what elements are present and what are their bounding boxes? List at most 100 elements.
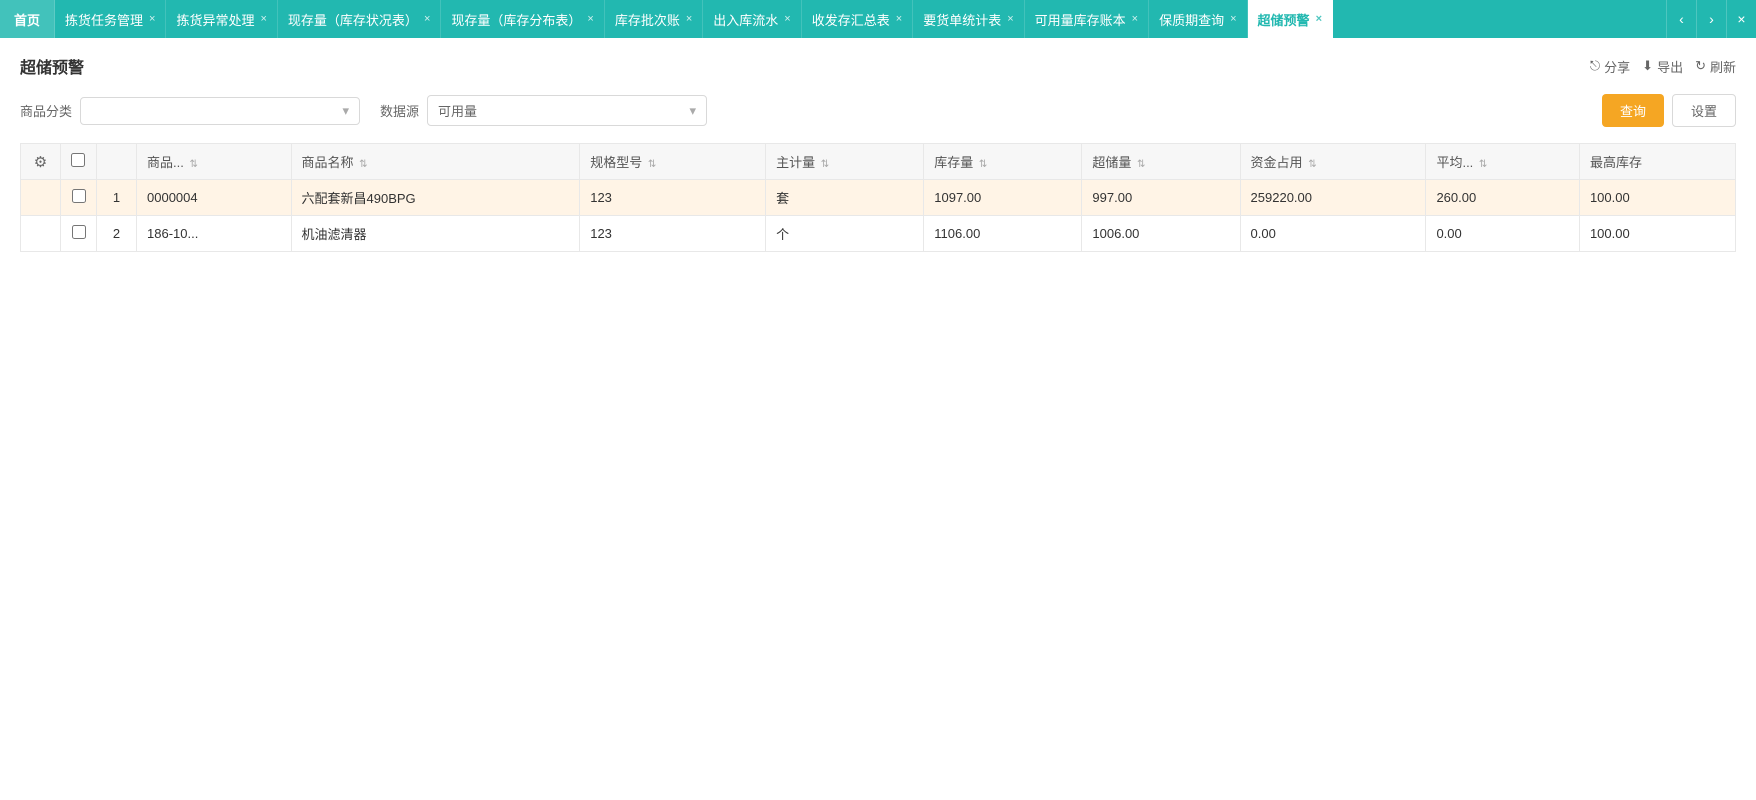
th-capital[interactable]: 资金占用 ⇅	[1240, 144, 1426, 180]
nav-close-button[interactable]: ×	[1726, 0, 1756, 38]
row1-overstock: 997.00	[1082, 180, 1240, 216]
sort-icon-avg: ⇅	[1479, 159, 1487, 170]
nav-tab-0[interactable]: 拣货任务管理 ×	[55, 0, 166, 38]
nav-tab-7[interactable]: 要货单统计表 ×	[913, 0, 1024, 38]
nav-tab-3[interactable]: 现存量（库存分布表） ×	[441, 0, 604, 38]
th-code[interactable]: 商品... ⇅	[137, 144, 292, 180]
tab-close-icon-9[interactable]: ×	[1230, 13, 1236, 25]
row1-checkbox-cell[interactable]	[61, 180, 97, 216]
row1-max-stock: 100.00	[1579, 180, 1735, 216]
nav-home[interactable]: 首页	[0, 0, 55, 38]
table-header: ⚙ 商品... ⇅ 商品名称 ⇅ 规格型号 ⇅	[21, 144, 1736, 180]
tab-close-icon-3[interactable]: ×	[587, 13, 593, 25]
share-button[interactable]: ⎋ 分享	[1590, 57, 1630, 76]
row1-index: 1	[97, 180, 137, 216]
nav-prev-button[interactable]: ‹	[1666, 0, 1696, 38]
row2-checkbox-cell[interactable]	[61, 216, 97, 252]
sort-icon-name: ⇅	[359, 159, 367, 170]
th-avg[interactable]: 平均... ⇅	[1426, 144, 1580, 180]
nav-tab-10[interactable]: 超储预警 ×	[1248, 0, 1333, 38]
th-checkbox[interactable]	[61, 144, 97, 180]
th-max-stock[interactable]: 最高库存	[1579, 144, 1735, 180]
query-button[interactable]: 查询	[1602, 94, 1664, 127]
sort-icon-stock: ⇅	[979, 159, 987, 170]
page-content: 超储预警 ⎋ 分享 ⬇ 导出 ↻ 刷新 商品分类 ▾ 数据源	[0, 38, 1756, 800]
sort-icon-unit: ⇅	[821, 159, 829, 170]
filter-buttons: 查询 设置	[1602, 94, 1736, 127]
th-settings[interactable]: ⚙	[21, 144, 61, 180]
row2-spec: 123	[580, 216, 766, 252]
page-title: 超储预警	[20, 54, 84, 78]
table-row: 2 186-10... 机油滤清器 123 个 1106.00 1006.00 …	[21, 216, 1736, 252]
nav-next-button[interactable]: ›	[1696, 0, 1726, 38]
sort-icon-overstock: ⇅	[1137, 159, 1145, 170]
nav-tab-6[interactable]: 收发存汇总表 ×	[802, 0, 913, 38]
row2-unit: 个	[766, 216, 924, 252]
tab-close-icon-4[interactable]: ×	[686, 13, 692, 25]
sort-icon-spec: ⇅	[648, 159, 656, 170]
th-stock[interactable]: 库存量 ⇅	[924, 144, 1082, 180]
th-overstock[interactable]: 超储量 ⇅	[1082, 144, 1240, 180]
top-navigation: 首页 拣货任务管理 × 拣货异常处理 × 现存量（库存状况表） × 现存量（库存…	[0, 0, 1756, 38]
sort-icon-capital: ⇅	[1308, 159, 1316, 170]
datasource-filter: 数据源 可用量 ▾	[380, 95, 707, 126]
row1-avg: 260.00	[1426, 180, 1580, 216]
header-checkbox[interactable]	[71, 153, 85, 167]
row2-avg: 0.00	[1426, 216, 1580, 252]
nav-tab-2[interactable]: 现存量（库存状况表） ×	[278, 0, 441, 38]
th-index	[97, 144, 137, 180]
category-filter: 商品分类 ▾	[20, 97, 360, 125]
header-actions: ⎋ 分享 ⬇ 导出 ↻ 刷新	[1590, 57, 1736, 76]
nav-tab-9[interactable]: 保质期查询 ×	[1149, 0, 1247, 38]
nav-tab-4[interactable]: 库存批次账 ×	[605, 0, 703, 38]
th-unit[interactable]: 主计量 ⇅	[766, 144, 924, 180]
datasource-select[interactable]: 可用量 ▾	[427, 95, 707, 126]
table-body: 1 0000004 六配套新昌490BPG 123 套 1097.00 997.…	[21, 180, 1736, 252]
gear-icon[interactable]: ⚙	[31, 153, 50, 171]
row1-unit: 套	[766, 180, 924, 216]
settings-button[interactable]: 设置	[1672, 94, 1736, 127]
nav-tab-5[interactable]: 出入库流水 ×	[703, 0, 801, 38]
row2-name: 机油滤清器	[291, 216, 580, 252]
page-header: 超储预警 ⎋ 分享 ⬇ 导出 ↻ 刷新	[20, 54, 1736, 78]
nav-arrows: ‹ › ×	[1666, 0, 1756, 38]
row2-overstock: 1006.00	[1082, 216, 1240, 252]
th-name[interactable]: 商品名称 ⇅	[291, 144, 580, 180]
category-dropdown-icon: ▾	[342, 103, 349, 119]
row1-capital: 259220.00	[1240, 180, 1426, 216]
data-table: ⚙ 商品... ⇅ 商品名称 ⇅ 规格型号 ⇅	[20, 143, 1736, 252]
tab-close-icon-7[interactable]: ×	[1007, 13, 1013, 25]
tab-close-icon-5[interactable]: ×	[784, 13, 790, 25]
export-button[interactable]: ⬇ 导出	[1642, 57, 1683, 76]
tab-close-icon-8[interactable]: ×	[1132, 13, 1138, 25]
row1-settings	[21, 180, 61, 216]
share-icon: ⎋	[1590, 58, 1600, 74]
table-row: 1 0000004 六配套新昌490BPG 123 套 1097.00 997.…	[21, 180, 1736, 216]
row2-code: 186-10...	[137, 216, 292, 252]
row1-code: 0000004	[137, 180, 292, 216]
tab-close-icon-10[interactable]: ×	[1316, 13, 1322, 25]
th-spec[interactable]: 规格型号 ⇅	[580, 144, 766, 180]
tab-close-icon-1[interactable]: ×	[260, 13, 266, 25]
row2-checkbox[interactable]	[72, 225, 86, 239]
row1-stock: 1097.00	[924, 180, 1082, 216]
row2-index: 2	[97, 216, 137, 252]
category-select[interactable]: ▾	[80, 97, 360, 125]
nav-tab-1[interactable]: 拣货异常处理 ×	[166, 0, 277, 38]
datasource-select-value: 可用量	[438, 101, 477, 120]
tab-close-icon-0[interactable]: ×	[149, 13, 155, 25]
row2-settings	[21, 216, 61, 252]
export-icon: ⬇	[1642, 58, 1653, 74]
row1-name: 六配套新昌490BPG	[291, 180, 580, 216]
datasource-dropdown-icon: ▾	[690, 103, 697, 119]
tab-close-icon-6[interactable]: ×	[896, 13, 902, 25]
nav-tab-8[interactable]: 可用量库存账本 ×	[1025, 0, 1149, 38]
tab-close-icon-2[interactable]: ×	[424, 13, 430, 25]
row2-stock: 1106.00	[924, 216, 1082, 252]
refresh-icon: ↻	[1695, 58, 1706, 74]
datasource-label: 数据源	[380, 101, 419, 120]
row2-capital: 0.00	[1240, 216, 1426, 252]
refresh-button[interactable]: ↻ 刷新	[1695, 57, 1736, 76]
row2-max-stock: 100.00	[1579, 216, 1735, 252]
row1-checkbox[interactable]	[72, 189, 86, 203]
